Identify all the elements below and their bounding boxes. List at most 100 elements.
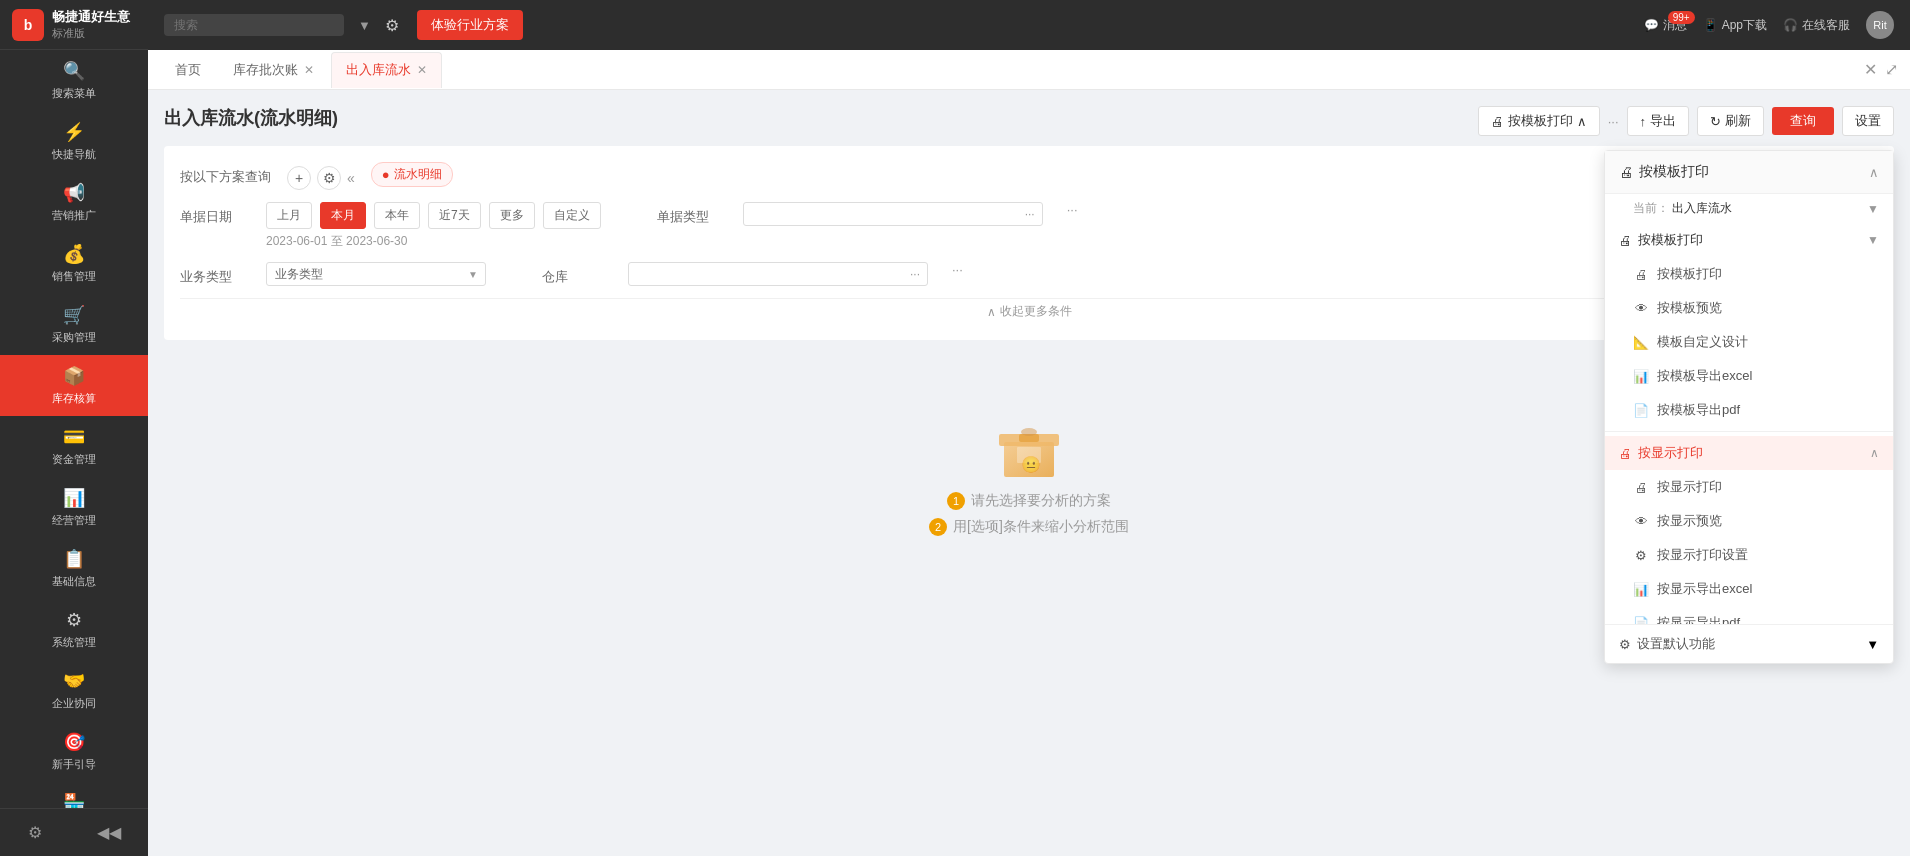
sidebar-item-purchase[interactable]: 🛒 采购管理 [0,294,148,355]
tab-batch-ledger-close[interactable]: ✕ [304,63,314,77]
date-btn-this-year[interactable]: 本年 [374,202,420,229]
dropdown-item-template-pdf[interactable]: 📄 按模板导出pdf [1605,393,1893,427]
sidebar-item-inventory[interactable]: 📦 库存核算 [0,355,148,416]
dropdown-divider-1 [1605,431,1893,432]
sidebar-logo: b 畅捷通好生意 标准版 [0,0,148,50]
dropdown-header-title: 🖨 按模板打印 [1619,163,1709,181]
sidebar-item-sales[interactable]: 💰 销售管理 [0,233,148,294]
tab-batch-ledger-label: 库存批次账 [233,61,298,79]
refresh-button[interactable]: ↻ 刷新 [1697,106,1764,136]
filter-add-button[interactable]: + [287,166,311,190]
sidebar-label-purchase: 采购管理 [52,330,96,345]
window-expand-btn[interactable]: ⤢ [1885,60,1898,79]
sidebar-item-marketing[interactable]: 📢 营销推广 [0,172,148,233]
display-preview-item-icon: 👁 [1633,513,1649,529]
window-close-btn[interactable]: ✕ [1864,60,1877,79]
settings-button[interactable]: 设置 [1842,106,1894,136]
sidebar-item-search[interactable]: 🔍 搜索菜单 [0,50,148,111]
tag-label: 流水明细 [394,166,442,183]
dropdown-item-template-print[interactable]: 🖨 按模板打印 [1605,257,1893,291]
dropdown-item-template-design[interactable]: 📐 模板自定义设计 [1605,325,1893,359]
filter-tag[interactable]: ● 流水明细 [371,162,453,187]
date-range-display: 2023-06-01 至 2023-06-30 [266,233,601,250]
notification-button[interactable]: 💬 消息 99+ [1644,17,1687,34]
hint-1-text: 请先选择要分析的方案 [971,492,1111,510]
date-btn-this-month[interactable]: 本月 [320,202,366,229]
filter-gear-button[interactable]: ⚙ [317,166,341,190]
basic-icon: 📋 [63,548,85,570]
sidebar-collapse-btn[interactable]: ◀◀ [89,819,129,846]
sidebar-item-guide[interactable]: 🎯 新手引导 [0,721,148,782]
warehouse-more-icon[interactable]: ··· [952,262,963,277]
online-service-button[interactable]: 🎧 在线客服 [1783,17,1850,34]
phone-icon: 📱 [1703,18,1718,32]
filter-collapse-icon[interactable]: « [347,170,355,186]
template-print-dropdown: 🖨 按模板打印 ∧ 当前： 出入库流水 ▼ [1604,150,1894,664]
template-section-header[interactable]: 🖨 按模板打印 ▼ [1605,223,1893,257]
template-section-icon: 🖨 [1619,233,1632,248]
date-btn-more[interactable]: 更多 [489,202,535,229]
action-more-icon[interactable]: ··· [1608,114,1619,129]
sidebar-item-finance[interactable]: 💳 资金管理 [0,416,148,477]
voucher-type-select[interactable] [743,202,1043,226]
template-section-title: 🖨 按模板打印 [1619,231,1703,249]
app-download-button[interactable]: 📱 App下载 [1703,17,1767,34]
tab-inout-flow-close[interactable]: ✕ [417,63,427,77]
tab-inout-flow[interactable]: 出入库流水 ✕ [331,52,442,88]
tab-home[interactable]: 首页 [160,52,216,88]
dropdown-item-display-preview[interactable]: 👁 按显示预览 [1605,504,1893,538]
warehouse-select[interactable] [628,262,928,286]
export-button[interactable]: ↑ 导出 [1627,106,1690,136]
template-print-expand-icon: ∧ [1577,114,1587,129]
template-print-button[interactable]: 🖨 按模板打印 ∧ [1478,106,1600,136]
dropdown-item-template-preview[interactable]: 👁 按模板预览 [1605,291,1893,325]
tab-batch-ledger[interactable]: 库存批次账 ✕ [218,52,329,88]
sidebar-item-system[interactable]: ⚙ 系统管理 [0,599,148,660]
template-print-item-icon: 🖨 [1633,266,1649,282]
user-avatar[interactable]: Rit [1866,11,1894,39]
page-content: 出入库流水(流水明细) 🖨 按模板打印 ∧ ··· ↑ 导出 ↻ 刷新 查询 设… [148,90,1910,856]
search-nav-icon: 🔍 [63,60,85,82]
printer-icon: 🖨 [1491,114,1504,129]
display-pdf-item-icon: 📄 [1633,615,1649,624]
sidebar-item-quick-nav[interactable]: ⚡ 快捷导航 [0,111,148,172]
voucher-type-more-icon[interactable]: ··· [1067,202,1078,217]
top-header: ▼ ⚙ 体验行业方案 💬 消息 99+ 📱 App下载 🎧 在线客服 Rit [148,0,1910,50]
global-search-input[interactable] [164,14,344,36]
sidebar-item-basic[interactable]: 📋 基础信息 [0,538,148,599]
current-arrow-icon[interactable]: ▼ [1867,202,1879,216]
dropdown-item-display-print[interactable]: 🖨 按显示打印 [1605,470,1893,504]
template-preview-item-label: 按模板预览 [1657,299,1722,317]
dropdown-item-display-settings[interactable]: ⚙ 按显示打印设置 [1605,538,1893,572]
notification-badge: 99+ [1668,11,1695,24]
display-section-icon: 🖨 [1619,446,1632,461]
warehouse-label: 仓库 [542,262,612,286]
dropdown-scroll-up-icon[interactable]: ∧ [1869,165,1879,180]
display-section-header[interactable]: 🖨 按显示打印 ∧ [1605,436,1893,470]
search-gear-icon[interactable]: ⚙ [385,16,399,35]
dropdown-item-display-excel[interactable]: 📊 按显示导出excel [1605,572,1893,606]
dropdown-item-display-pdf[interactable]: 📄 按显示导出pdf [1605,606,1893,624]
svg-point-4 [1021,428,1037,436]
date-btn-custom[interactable]: 自定义 [543,202,601,229]
sidebar-item-corp[interactable]: 🤝 企业协同 [0,660,148,721]
sidebar-item-operation[interactable]: 📊 经营管理 [0,477,148,538]
dropdown-item-template-excel[interactable]: 📊 按模板导出excel [1605,359,1893,393]
industry-solution-button[interactable]: 体验行业方案 [417,10,523,40]
sidebar-item-app-center[interactable]: 🏪 应用中心 [0,782,148,808]
dropdown-footer[interactable]: ⚙ 设置默认功能 ▼ [1605,624,1893,663]
sidebar-settings-btn[interactable]: ⚙ [20,819,50,846]
date-btn-last-month[interactable]: 上月 [266,202,312,229]
search-dropdown-arrow[interactable]: ▼ [358,18,371,33]
hint-2-num: 2 [929,518,947,536]
sidebar-label-operation: 经营管理 [52,513,96,528]
business-type-label: 业务类型 [180,262,250,286]
query-button[interactable]: 查询 [1772,107,1834,135]
date-btn-7days[interactable]: 近7天 [428,202,481,229]
dropdown-header: 🖨 按模板打印 ∧ [1605,151,1893,194]
inventory-icon: 📦 [63,365,85,387]
headset-icon: 🎧 [1783,18,1798,32]
template-preview-item-icon: 👁 [1633,300,1649,316]
empty-hint-2: 2 用[选项]条件来缩小分析范围 [929,518,1129,536]
business-type-select[interactable]: 业务类型 [266,262,486,286]
